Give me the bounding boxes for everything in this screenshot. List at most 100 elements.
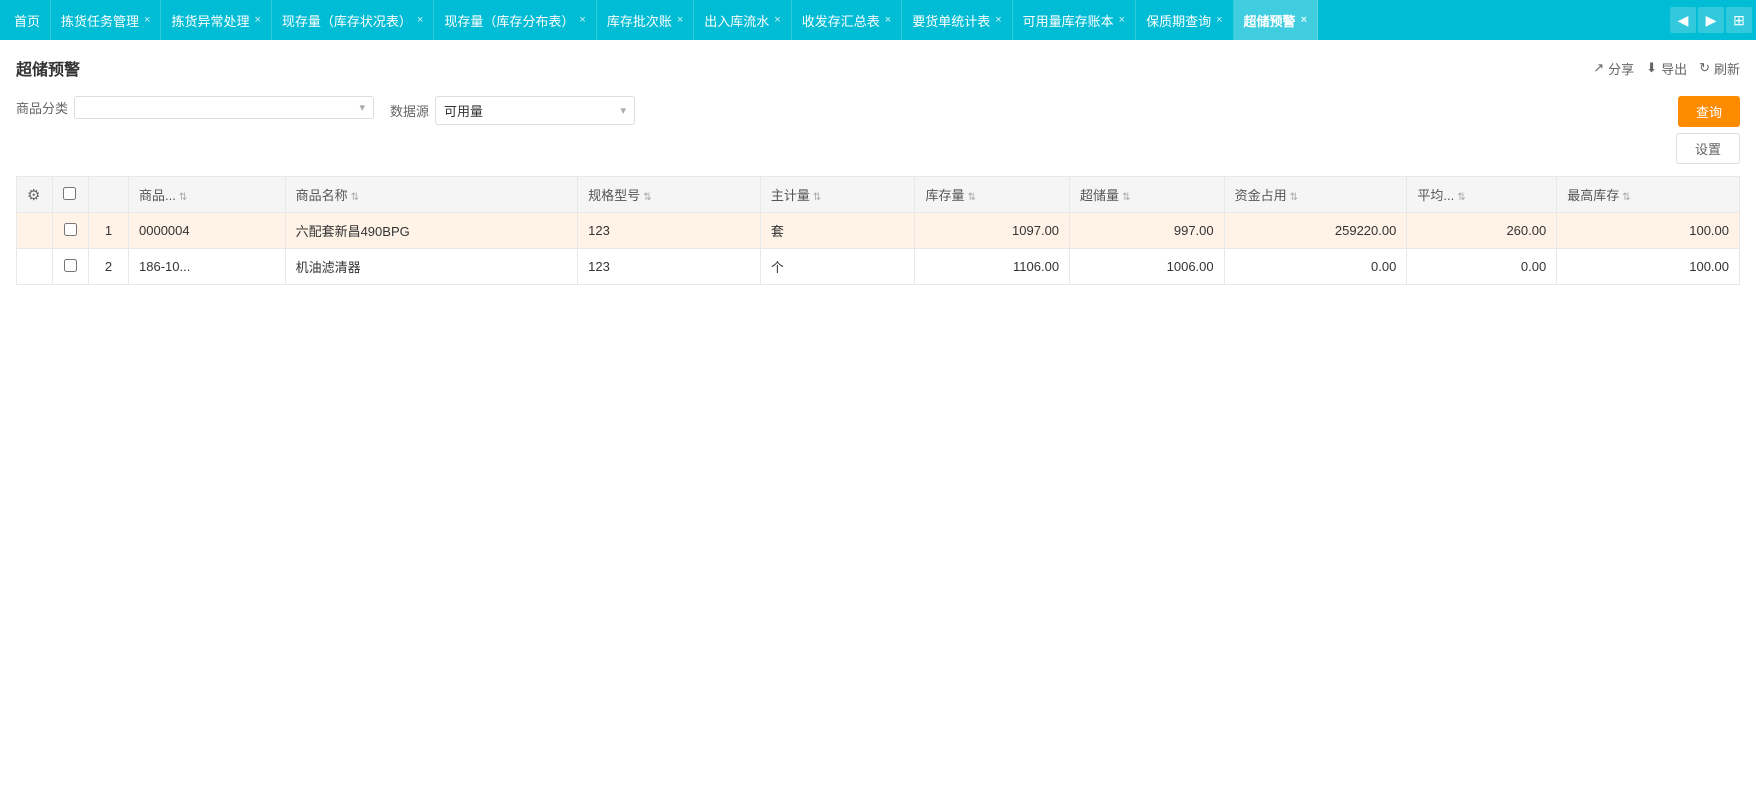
tab-close-icon[interactable]: × (1301, 14, 1307, 26)
td-over-stock: 1006.00 (1070, 249, 1225, 285)
td-spec: 123 (578, 249, 761, 285)
nav-tab-7[interactable]: 收发存汇总表× (792, 0, 902, 40)
td-product-name: 六配套新昌490BPG (285, 213, 578, 249)
top-nav: 首页拣货任务管理×拣货异常处理×现存量（库存状况表）×现存量（库存分布表）×库存… (0, 0, 1756, 40)
table-row: 2 186-10... 机油滤清器 123 个 1106.00 1006.00 … (17, 249, 1740, 285)
nav-tab-6[interactable]: 出入库流水× (694, 0, 791, 40)
datasource-chevron-icon: ▾ (621, 104, 627, 117)
th-seq (89, 177, 129, 213)
category-chevron-icon: ▾ (359, 101, 365, 114)
select-all-checkbox[interactable] (63, 187, 76, 200)
page-title: 超储预警 (16, 56, 80, 80)
data-table: ⚙ 商品...⇅ 商品名称⇅ 规格型号⇅ 主计量⇅ 库存量⇅ 超储量⇅ 资金占用… (16, 176, 1740, 285)
tab-close-icon[interactable]: × (885, 14, 891, 26)
sort-icon: ⇅ (967, 192, 975, 203)
nav-tab-11[interactable]: 超储预警× (1234, 0, 1318, 40)
nav-next-button[interactable]: ▶ (1698, 7, 1724, 33)
td-max-stock: 100.00 (1557, 213, 1740, 249)
row-checkbox[interactable] (64, 223, 77, 236)
nav-tab-1[interactable]: 拣货任务管理× (51, 0, 161, 40)
th-gear[interactable]: ⚙ (17, 177, 53, 213)
refresh-button[interactable]: ↻ 刷新 (1699, 59, 1740, 78)
th-capital[interactable]: 资金占用⇅ (1224, 177, 1407, 213)
td-unit: 套 (760, 213, 915, 249)
filter-bar: 商品分类 ▾ 数据源 可用量 ▾ 查询 设置 (16, 96, 1740, 164)
action-buttons: 查询 设置 (1676, 96, 1740, 164)
export-button[interactable]: ⬇ 导出 (1646, 59, 1687, 78)
nav-tab-2[interactable]: 拣货异常处理× (161, 0, 271, 40)
td-seq: 1 (89, 213, 129, 249)
sort-icon: ⇅ (1290, 192, 1298, 203)
td-unit: 个 (760, 249, 915, 285)
query-button[interactable]: 查询 (1678, 96, 1740, 127)
sort-icon: ⇅ (351, 192, 359, 203)
nav-tab-8[interactable]: 要货单统计表× (902, 0, 1012, 40)
td-capital: 0.00 (1224, 249, 1407, 285)
gear-icon[interactable]: ⚙ (27, 187, 40, 204)
tab-close-icon[interactable]: × (144, 14, 150, 26)
sort-icon: ⇅ (1122, 192, 1130, 203)
nav-tab-3[interactable]: 现存量（库存状况表）× (272, 0, 434, 40)
share-icon: ↗ (1593, 60, 1604, 76)
tab-close-icon[interactable]: × (774, 14, 780, 26)
tab-close-icon[interactable]: × (677, 14, 683, 26)
nav-tab-0[interactable]: 首页 (4, 0, 51, 40)
tab-close-icon[interactable]: × (995, 14, 1001, 26)
sort-icon: ⇅ (1457, 192, 1465, 203)
td-spec: 123 (578, 213, 761, 249)
td-product-code: 186-10... (129, 249, 286, 285)
table-row: 1 0000004 六配套新昌490BPG 123 套 1097.00 997.… (17, 213, 1740, 249)
th-product-name[interactable]: 商品名称⇅ (285, 177, 578, 213)
th-max-stock[interactable]: 最高库存⇅ (1557, 177, 1740, 213)
td-checkbox[interactable] (53, 213, 89, 249)
nav-prev-button[interactable]: ◀ (1670, 7, 1696, 33)
datasource-label: 数据源 (390, 101, 429, 120)
datasource-value: 可用量 (444, 101, 483, 120)
nav-expand-button[interactable]: ⊞ (1726, 7, 1752, 33)
category-select[interactable]: ▾ (74, 96, 374, 119)
category-filter: 商品分类 ▾ (16, 96, 374, 119)
th-product-code[interactable]: 商品...⇅ (129, 177, 286, 213)
row-checkbox[interactable] (64, 259, 77, 272)
td-stock: 1097.00 (915, 213, 1070, 249)
td-max-stock: 100.00 (1557, 249, 1740, 285)
td-capital: 259220.00 (1224, 213, 1407, 249)
td-gear (17, 249, 53, 285)
th-checkbox[interactable] (53, 177, 89, 213)
th-spec[interactable]: 规格型号⇅ (578, 177, 761, 213)
datasource-filter: 数据源 可用量 ▾ (390, 96, 635, 125)
settings-button[interactable]: 设置 (1676, 133, 1740, 164)
refresh-icon: ↻ (1699, 60, 1710, 76)
td-product-code: 0000004 (129, 213, 286, 249)
share-button[interactable]: ↗ 分享 (1593, 59, 1634, 78)
nav-tab-5[interactable]: 库存批次账× (597, 0, 694, 40)
td-gear (17, 213, 53, 249)
td-over-stock: 997.00 (1070, 213, 1225, 249)
th-avg[interactable]: 平均...⇅ (1407, 177, 1557, 213)
tab-close-icon[interactable]: × (417, 14, 423, 26)
td-checkbox[interactable] (53, 249, 89, 285)
nav-tab-10[interactable]: 保质期查询× (1136, 0, 1233, 40)
page-header: 超储预警 ↗ 分享 ⬇ 导出 ↻ 刷新 (16, 56, 1740, 80)
datasource-select[interactable]: 可用量 ▾ (435, 96, 635, 125)
table-header-row: ⚙ 商品...⇅ 商品名称⇅ 规格型号⇅ 主计量⇅ 库存量⇅ 超储量⇅ 资金占用… (17, 177, 1740, 213)
th-stock[interactable]: 库存量⇅ (915, 177, 1070, 213)
td-avg: 0.00 (1407, 249, 1557, 285)
header-actions: ↗ 分享 ⬇ 导出 ↻ 刷新 (1593, 59, 1740, 78)
tab-close-icon[interactable]: × (1216, 14, 1222, 26)
tab-close-icon[interactable]: × (254, 14, 260, 26)
tab-close-icon[interactable]: × (1119, 14, 1125, 26)
export-icon: ⬇ (1646, 60, 1657, 76)
nav-tab-9[interactable]: 可用量库存账本× (1013, 0, 1136, 40)
th-unit[interactable]: 主计量⇅ (760, 177, 915, 213)
nav-tab-4[interactable]: 现存量（库存分布表）× (434, 0, 596, 40)
td-seq: 2 (89, 249, 129, 285)
sort-icon: ⇅ (179, 192, 187, 203)
td-stock: 1106.00 (915, 249, 1070, 285)
th-over-stock[interactable]: 超储量⇅ (1070, 177, 1225, 213)
page-content: 超储预警 ↗ 分享 ⬇ 导出 ↻ 刷新 商品分类 ▾ 数据源 (0, 40, 1756, 800)
tab-close-icon[interactable]: × (579, 14, 585, 26)
sort-icon: ⇅ (643, 192, 651, 203)
nav-arrows: ◀ ▶ ⊞ (1670, 7, 1752, 33)
sort-icon: ⇅ (813, 192, 821, 203)
